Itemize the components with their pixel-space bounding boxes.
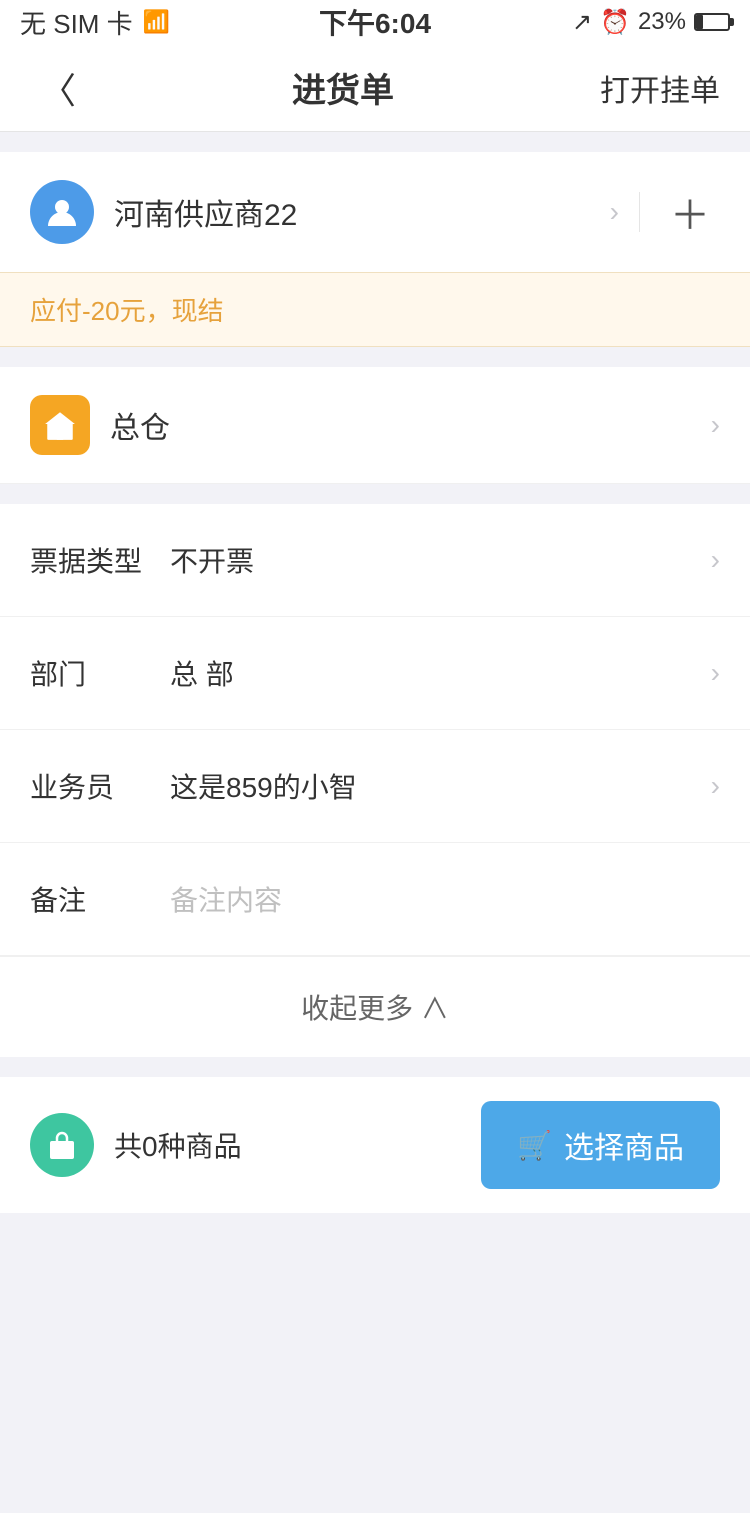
page-title: 进货单 — [292, 63, 394, 112]
carrier-text: 无 SIM 卡 — [20, 4, 133, 41]
supplier-section: 河南供应商22 › ＋ 应付-20元，现结 — [0, 152, 750, 347]
top-gap — [0, 132, 750, 152]
warehouse-name: 总仓 — [110, 403, 711, 447]
select-product-label: 选择商品 — [564, 1123, 684, 1167]
location-icon: ↗ — [572, 8, 592, 37]
product-icon — [30, 1113, 94, 1177]
bottom-bar: 共0种商品 🛒 选择商品 — [0, 1077, 750, 1213]
notice-banner: 应付-20元，现结 — [0, 272, 750, 347]
invoice-type-value: 不开票 — [170, 540, 711, 580]
person-icon — [44, 194, 80, 230]
supplier-name: 河南供应商22 — [114, 190, 610, 234]
salesperson-value: 这是859的小智 — [170, 766, 711, 806]
nav-bar: 〈 进货单 打开挂单 — [0, 44, 750, 132]
warehouse-row[interactable]: 总仓 › — [0, 367, 750, 484]
open-pending-button[interactable]: 打开挂单 — [600, 66, 720, 110]
wifi-icon: 📶 — [143, 9, 170, 35]
add-supplier-button[interactable]: ＋ — [660, 183, 720, 241]
remark-input[interactable]: 备注内容 — [170, 879, 720, 919]
battery-text: 23% — [638, 8, 686, 36]
section-gap-1 — [0, 347, 750, 367]
department-label: 部门 — [30, 653, 170, 693]
supplier-avatar — [30, 180, 94, 244]
form-section: 票据类型 不开票 › 部门 总 部 › 业务员 这是859的小智 › 备注 备注… — [0, 504, 750, 1057]
select-product-button[interactable]: 🛒 选择商品 — [481, 1101, 720, 1189]
battery-icon — [694, 13, 730, 31]
warehouse-chevron-icon: › — [711, 409, 720, 441]
department-value: 总 部 — [170, 653, 711, 693]
remark-label: 备注 — [30, 879, 170, 919]
back-button[interactable]: 〈 — [30, 52, 86, 124]
invoice-type-label: 票据类型 — [30, 540, 170, 580]
remark-row[interactable]: 备注 备注内容 — [0, 843, 750, 956]
invoice-type-row[interactable]: 票据类型 不开票 › — [0, 504, 750, 617]
cart-icon: 🛒 — [517, 1129, 552, 1162]
salesperson-chevron-icon: › — [711, 770, 720, 802]
status-time: 下午6:04 — [319, 2, 431, 42]
product-count-label: 共0种商品 — [114, 1125, 481, 1165]
status-bar: 无 SIM 卡 📶 下午6:04 ↗ ⏰ 23% — [0, 0, 750, 44]
salesperson-label: 业务员 — [30, 766, 170, 806]
department-row[interactable]: 部门 总 部 › — [0, 617, 750, 730]
vertical-divider — [639, 192, 640, 232]
salesperson-row[interactable]: 业务员 这是859的小智 › — [0, 730, 750, 843]
product-bag-icon — [44, 1127, 80, 1163]
invoice-type-chevron-icon: › — [711, 544, 720, 576]
section-gap-2 — [0, 484, 750, 504]
warehouse-icon — [30, 395, 90, 455]
department-chevron-icon: › — [711, 657, 720, 689]
collapse-button[interactable]: 收起更多 ∧ — [0, 956, 750, 1057]
warehouse-svg-icon — [43, 408, 77, 442]
supplier-chevron-icon: › — [610, 196, 619, 228]
alarm-icon: ⏰ — [600, 8, 630, 37]
empty-area — [0, 1213, 750, 1513]
status-right: ↗ ⏰ 23% — [572, 8, 730, 37]
status-left: 无 SIM 卡 📶 — [20, 4, 170, 41]
supplier-row[interactable]: 河南供应商22 › ＋ — [0, 152, 750, 272]
